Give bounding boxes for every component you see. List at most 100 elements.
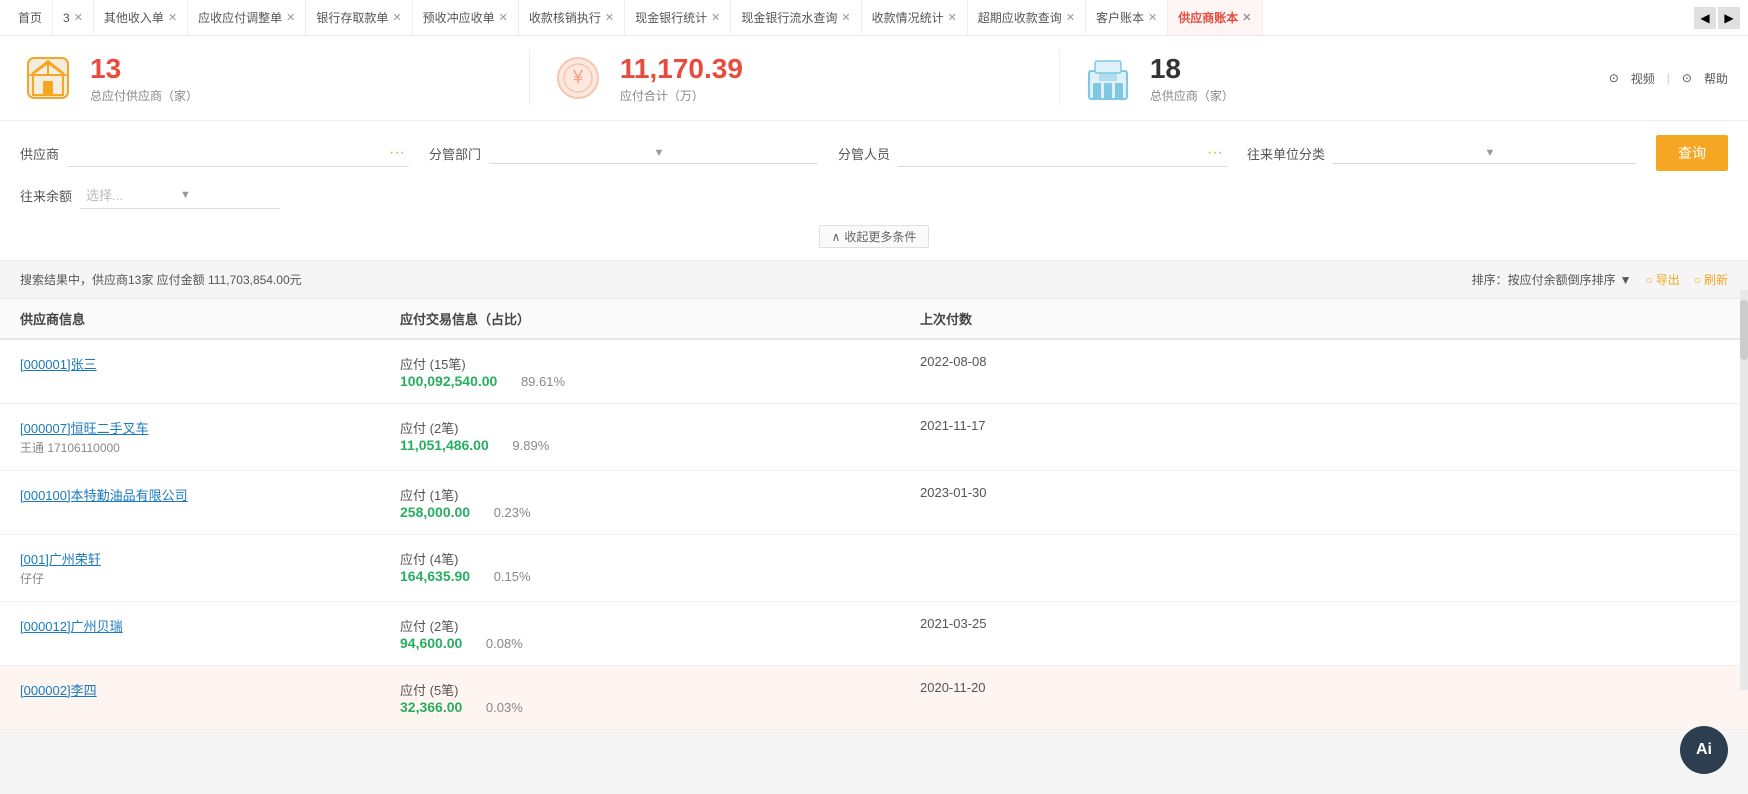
filter-row-2: 往来余额 选择... ▼ (20, 181, 1728, 209)
nav-close-bank-deposit[interactable]: ✕ (392, 11, 401, 24)
nav-receipt-verify[interactable]: 收款核销执行 ✕ (519, 0, 625, 36)
total-suppliers-number: 18 (1150, 52, 1569, 86)
nav-close-tab3[interactable]: ✕ (74, 11, 83, 24)
table-row[interactable]: [001]广州荣轩 仔仔 应付 (4笔) 164,635.90 0.15% (0, 535, 1748, 602)
nav-receipt-stat[interactable]: 收款情况统计 ✕ (862, 0, 968, 36)
manager-dots-icon[interactable]: ··· (1207, 144, 1223, 162)
sort-chevron-icon: ▼ (1620, 273, 1632, 287)
total-suppliers-icon (1080, 50, 1136, 106)
results-summary: 搜索结果中，供应商13家 应付金额 111,703,854.00元 (20, 271, 302, 288)
unit-type-select[interactable]: ▼ (1333, 143, 1636, 164)
nav-tab3[interactable]: 3 ✕ (53, 0, 94, 36)
sort-button[interactable]: 排序：按应付余额倒序排序 ▼ (1472, 271, 1632, 288)
balance-select[interactable]: 选择... ▼ (80, 181, 280, 209)
stats-bar: 13 总应付供应商（家） ¥ 11,170.39 应付合计（万） (0, 36, 1748, 121)
nav-cash-bank-flow[interactable]: 现金银行流水查询 ✕ (731, 0, 861, 36)
filter-supplier: 供应商 ··· (20, 139, 409, 167)
supplier-input[interactable] (71, 141, 389, 164)
supplier-link[interactable]: [001]广州荣轩 (20, 552, 101, 567)
scrollbar-thumb[interactable] (1740, 300, 1748, 360)
filter-row-1: 供应商 ··· 分管部门 ▼ 分管人员 ··· 往来单位分类 (20, 135, 1728, 171)
supplier-info-cell: [001]广州荣轩 仔仔 (20, 549, 400, 587)
total-suppliers-content: 18 总供应商（家） (1150, 52, 1569, 105)
collapse-up-icon: ∧ (832, 230, 841, 244)
nav-close-receipt-stat[interactable]: ✕ (948, 11, 957, 24)
nav-close-ar-ap-adjust[interactable]: ✕ (286, 11, 295, 24)
ai-badge[interactable]: Ai (1680, 726, 1728, 774)
payable-amount-label: 应付合计（万） (620, 87, 1039, 104)
balance-chevron-icon: ▼ (180, 189, 274, 201)
nav-home[interactable]: 首页 (8, 0, 53, 36)
supplier-link[interactable]: [000001]张三 (20, 357, 97, 372)
collapse-button[interactable]: ∧ 收起更多条件 (819, 225, 930, 248)
supplier-link[interactable]: [000100]本特勤油品有限公司 (20, 488, 188, 503)
nav-advance-ar[interactable]: 预收冲应收单 ✕ (413, 0, 519, 36)
nav-other-income[interactable]: 其他收入单 ✕ (94, 0, 188, 36)
supplier-label: 供应商 (20, 144, 59, 163)
transaction-cell: 应付 (4笔) 164,635.90 0.15% (400, 549, 920, 584)
table-row[interactable]: [000001]张三 应付 (15笔) 100,092,540.00 89.61… (0, 340, 1748, 404)
nav-close-cash-bank-flow[interactable]: ✕ (841, 11, 850, 24)
nav-supplier-ledger[interactable]: 供应商账本 ✕ (1168, 0, 1262, 36)
total-suppliers-label: 总供应商（家） (1150, 87, 1569, 104)
nav-customer-ledger[interactable]: 客户账本 ✕ (1086, 0, 1168, 36)
nav-prev-button[interactable]: ◀ (1694, 7, 1716, 29)
balance-placeholder: 选择... (86, 185, 180, 204)
supplier-link[interactable]: [000007]恒旺二手叉车 (20, 421, 149, 436)
transaction-cell: 应付 (2笔) 11,051,486.00 9.89% (400, 418, 920, 453)
export-label: 导出 (1656, 271, 1680, 288)
department-label: 分管部门 (429, 144, 481, 163)
help-link[interactable]: 帮助 (1704, 70, 1728, 87)
transaction-cell: 应付 (15笔) 100,092,540.00 89.61% (400, 354, 920, 389)
query-button[interactable]: 查询 (1656, 135, 1728, 171)
last-payment-cell: 2022-08-08 (920, 354, 1728, 369)
nav-close-cash-bank-stat[interactable]: ✕ (711, 11, 720, 24)
table-row[interactable]: [000100]本特勤油品有限公司 应付 (1笔) 258,000.00 0.2… (0, 471, 1748, 535)
nav-bank-deposit[interactable]: 银行存取款单 ✕ (306, 0, 412, 36)
refresh-label: 刷新 (1704, 271, 1728, 288)
last-payment-cell: 2020-11-20 (920, 680, 1728, 695)
last-payment-cell: 2021-03-25 (920, 616, 1728, 631)
transaction-cell: 应付 (5笔) 32,366.00 0.03% (400, 680, 920, 715)
nav-ar-ap-adjust[interactable]: 应收应付调整单 ✕ (188, 0, 306, 36)
supplier-link[interactable]: [000012]广州贝瑞 (20, 619, 123, 634)
video-link[interactable]: 视频 (1631, 70, 1655, 87)
department-select[interactable]: ▼ (489, 143, 818, 164)
nav-next-button[interactable]: ▶ (1718, 7, 1740, 29)
payable-suppliers-number: 13 (90, 52, 509, 86)
table-row[interactable]: [000007]恒旺二手叉车 王通 17106110000 应付 (2笔) 11… (0, 404, 1748, 471)
export-icon: ○ (1645, 273, 1652, 287)
payable-suppliers-content: 13 总应付供应商（家） (90, 52, 509, 105)
supplier-dots-icon[interactable]: ··· (389, 144, 405, 162)
nav-close-receipt-verify[interactable]: ✕ (605, 11, 614, 24)
export-button[interactable]: ○ 导出 (1645, 271, 1679, 288)
filter-balance: 往来余额 选择... ▼ (20, 181, 280, 209)
col-header-transaction: 应付交易信息（占比） (400, 309, 920, 328)
filter-manager: 分管人员 ··· (838, 139, 1227, 167)
supplier-info-cell: [000001]张三 (20, 354, 400, 373)
table-row[interactable]: [000002]李四 应付 (5笔) 32,366.00 0.03% 2020-… (0, 666, 1748, 730)
unit-type-label: 往来单位分类 (1247, 144, 1325, 163)
department-chevron-icon: ▼ (654, 147, 813, 159)
manager-input[interactable] (902, 141, 1207, 164)
nav-close-customer-ledger[interactable]: ✕ (1148, 11, 1157, 24)
nav-close-other-income[interactable]: ✕ (168, 11, 177, 24)
supplier-info-cell: [000100]本特勤油品有限公司 (20, 485, 400, 504)
stat-total-suppliers: 18 总供应商（家） (1080, 50, 1589, 106)
table-header: 供应商信息 应付交易信息（占比） 上次付数 (0, 299, 1748, 340)
scrollbar[interactable] (1740, 290, 1748, 690)
supplier-table: 供应商信息 应付交易信息（占比） 上次付数 [000001]张三 应付 (15笔… (0, 299, 1748, 730)
stat-payable-suppliers: 13 总应付供应商（家） (20, 50, 530, 106)
nav-close-overdue-ar[interactable]: ✕ (1066, 11, 1075, 24)
nav-close-advance-ar[interactable]: ✕ (499, 11, 508, 24)
nav-cash-bank-stat[interactable]: 现金银行统计 ✕ (625, 0, 731, 36)
table-row[interactable]: [000012]广州贝瑞 应付 (2笔) 94,600.00 0.08% 202… (0, 602, 1748, 666)
supplier-info-cell: [000012]广州贝瑞 (20, 616, 400, 635)
unit-type-chevron-icon: ▼ (1485, 147, 1631, 159)
nav-overdue-ar[interactable]: 超期应收款查询 ✕ (968, 0, 1086, 36)
nav-close-supplier-ledger[interactable]: ✕ (1242, 11, 1251, 24)
top-navigation: 首页 3 ✕ 其他收入单 ✕ 应收应付调整单 ✕ 银行存取款单 ✕ 预收冲应收单… (0, 0, 1748, 36)
supplier-link[interactable]: [000002]李四 (20, 683, 97, 698)
payable-suppliers-icon (20, 50, 76, 106)
refresh-button[interactable]: ○ 刷新 (1694, 271, 1728, 288)
